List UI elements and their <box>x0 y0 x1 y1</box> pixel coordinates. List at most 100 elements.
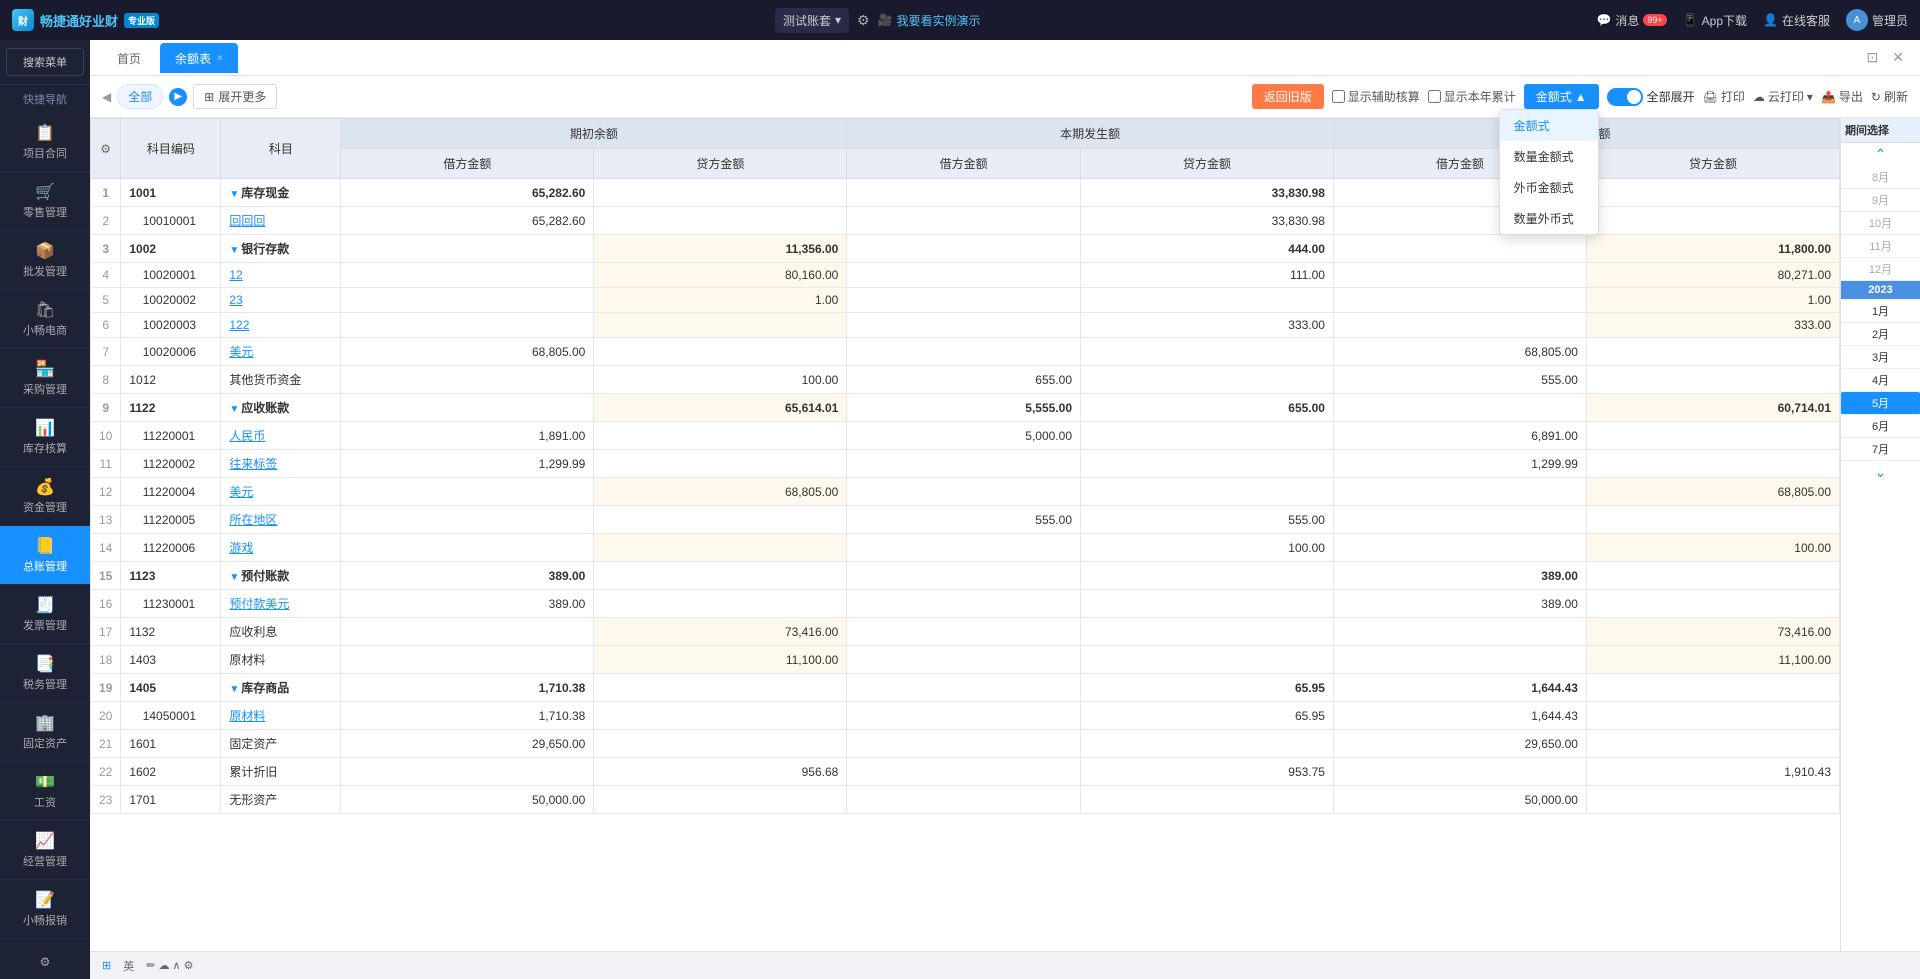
subject-cell[interactable]: 回回回 <box>221 207 341 235</box>
subject-link[interactable]: 原材料 <box>229 709 265 723</box>
subject-link[interactable]: 122 <box>229 318 249 332</box>
period-down-arrow[interactable]: ⌄ <box>1841 461 1920 484</box>
close-all-btn[interactable]: ✕ <box>1888 47 1908 68</box>
period-month-1月[interactable]: 1月 <box>1841 300 1920 323</box>
toggle-knob <box>1627 90 1641 104</box>
subject-cell[interactable]: ▼银行存款 <box>221 235 341 263</box>
filter-left-arrow[interactable]: ◀ <box>102 90 111 104</box>
subject-cell[interactable]: 人民币 <box>221 422 341 450</box>
sidebar-item-小畅电商[interactable]: 🛍小畅电商 <box>0 290 90 349</box>
show-auxiliary-checkbox[interactable]: 显示辅助核算 <box>1332 88 1420 105</box>
format-option-数量外币式[interactable]: 数量外币式 <box>1500 203 1598 234</box>
lang-switch[interactable]: 英 <box>123 958 134 974</box>
sidebar-item-固定资产[interactable]: 🏢固定资产 <box>0 703 90 762</box>
tab-home[interactable]: 首页 <box>102 43 156 73</box>
subject-cell[interactable]: 往来标签 <box>221 450 341 478</box>
message-btn[interactable]: 💬 消息 99+ <box>1596 12 1666 29</box>
company-selector[interactable]: 测试账套 ▾ <box>775 8 849 33</box>
refresh-btn[interactable]: ↻ 刷新 <box>1871 88 1908 105</box>
user-btn[interactable]: A 管理员 <box>1846 9 1908 31</box>
period-month-9月[interactable]: 9月 <box>1841 189 1920 212</box>
subject-link[interactable]: 12 <box>229 268 242 282</box>
subject-link[interactable]: 23 <box>229 293 242 307</box>
export-label: 导出 <box>1839 88 1863 105</box>
return-old-btn[interactable]: 返回旧版 <box>1252 84 1324 109</box>
service-btn[interactable]: 👤 在线客服 <box>1763 12 1830 29</box>
subject-link[interactable]: 美元 <box>229 345 253 359</box>
subject-cell[interactable]: 美元 <box>221 338 341 366</box>
period-month-7月[interactable]: 7月 <box>1841 438 1920 461</box>
ytd-input[interactable] <box>1428 90 1441 103</box>
auxiliary-input[interactable] <box>1332 90 1345 103</box>
expand-row-icon[interactable]: ▼ <box>229 404 239 415</box>
export-btn[interactable]: 📤 导出 <box>1821 88 1863 105</box>
subject-link[interactable]: 游戏 <box>229 541 253 555</box>
sidebar-item-税务管理[interactable]: 📑税务管理 <box>0 644 90 703</box>
cloud-print-btn[interactable]: ☁ 云打印 ▾ <box>1753 88 1813 105</box>
expand-more-btn[interactable]: ⊞ 展开更多 <box>193 84 277 109</box>
print-btn[interactable]: 🖨 打印 <box>1703 88 1745 105</box>
subject-cell[interactable]: 122 <box>221 313 341 338</box>
sidebar-item-工资[interactable]: 💵工资 <box>0 762 90 821</box>
period-month-5月[interactable]: 5月 <box>1841 392 1920 415</box>
period-month-10月[interactable]: 10月 <box>1841 212 1920 235</box>
period-month-2月[interactable]: 2月 <box>1841 323 1920 346</box>
download-btn[interactable]: 📱 App下载 <box>1683 12 1747 29</box>
subject-link[interactable]: 所在地区 <box>229 513 277 527</box>
expand-toggle[interactable] <box>1607 88 1643 106</box>
expand-row-icon[interactable]: ▼ <box>229 245 239 256</box>
expand-row-icon[interactable]: ▼ <box>229 684 239 695</box>
period-month-6月[interactable]: 6月 <box>1841 415 1920 438</box>
search-menu-button[interactable]: 搜索菜单 <box>6 48 84 76</box>
sidebar-item-项目合同[interactable]: 📋项目合同 <box>0 113 90 172</box>
subject-cell[interactable]: 预付款美元 <box>221 590 341 618</box>
subject-link[interactable]: 美元 <box>229 485 253 499</box>
tab-balance[interactable]: 余额表 × <box>160 43 238 73</box>
subject-cell[interactable]: ▼预付账款 <box>221 562 341 590</box>
subject-cell[interactable]: 美元 <box>221 478 341 506</box>
period-month-12月[interactable]: 12月 <box>1841 258 1920 281</box>
tab-close-icon[interactable]: × <box>217 53 223 64</box>
expand-row-icon[interactable]: ▼ <box>229 189 239 200</box>
subject-link[interactable]: 人民币 <box>229 429 265 443</box>
format-option-金额式[interactable]: 金额式 <box>1500 110 1598 141</box>
sidebar-item-零售管理[interactable]: 🛒零售管理 <box>0 172 90 231</box>
sidebar-item-库存核算[interactable]: 📊库存核算 <box>0 408 90 467</box>
format-option-外币金额式[interactable]: 外币金额式 <box>1500 172 1598 203</box>
subject-cell[interactable]: 所在地区 <box>221 506 341 534</box>
period-month-4月[interactable]: 4月 <box>1841 369 1920 392</box>
subject-link[interactable]: 预付款美元 <box>229 597 289 611</box>
show-ytd-checkbox[interactable]: 显示本年累计 <box>1428 88 1516 105</box>
sidebar-item-批发管理[interactable]: 📦批发管理 <box>0 231 90 290</box>
subject-link[interactable]: 往来标签 <box>229 457 277 471</box>
subject-cell[interactable]: ▼库存商品 <box>221 674 341 702</box>
subject-cell[interactable]: ▼应收账款 <box>221 394 341 422</box>
subject-cell[interactable]: 原材料 <box>221 702 341 730</box>
quick-nav[interactable]: 快捷导航 <box>0 85 90 113</box>
period-month-8月[interactable]: 8月 <box>1841 166 1920 189</box>
config-header[interactable]: ⚙ <box>91 119 121 179</box>
period-month-3月[interactable]: 3月 <box>1841 346 1920 369</box>
subject-cell[interactable]: 23 <box>221 288 341 313</box>
subject-cell[interactable]: 12 <box>221 263 341 288</box>
restore-btn[interactable]: ⊡ <box>1863 47 1883 68</box>
demo-link[interactable]: 🎥 我要看实例演示 <box>878 12 981 29</box>
subject-link[interactable]: 回回回 <box>229 214 265 228</box>
nav-label: 小畅电商 <box>4 322 86 338</box>
subject-cell[interactable]: 游戏 <box>221 534 341 562</box>
sidebar-settings[interactable]: ⚙ <box>0 945 90 979</box>
period-month-11月[interactable]: 11月 <box>1841 235 1920 258</box>
expand-row-icon[interactable]: ▼ <box>229 572 239 583</box>
sidebar-item-资金管理[interactable]: 💰资金管理 <box>0 467 90 526</box>
filter-right-arrow[interactable]: ▶ <box>169 88 187 106</box>
sidebar-item-经营管理[interactable]: 📈经营管理 <box>0 821 90 880</box>
period-up-arrow[interactable]: ⌃ <box>1841 143 1920 166</box>
sidebar-item-发票管理[interactable]: 🧾发票管理 <box>0 585 90 644</box>
sidebar-item-采购管理[interactable]: 🏪采购管理 <box>0 349 90 408</box>
sidebar-item-总账管理[interactable]: 📒总账管理 <box>0 526 90 585</box>
sidebar-item-小畅报销[interactable]: 📝小畅报销 <box>0 880 90 939</box>
format-option-数量金额式[interactable]: 数量金额式 <box>1500 141 1598 172</box>
format-btn[interactable]: 金额式 ▲ <box>1524 84 1599 109</box>
subject-cell[interactable]: ▼库存现金 <box>221 179 341 207</box>
settings-icon[interactable]: ⚙ <box>857 12 870 29</box>
